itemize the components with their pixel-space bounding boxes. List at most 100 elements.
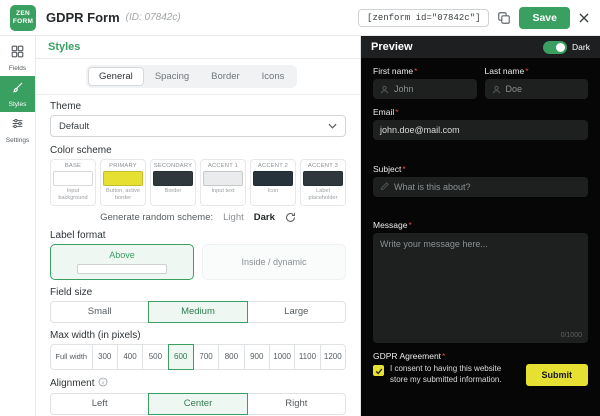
- last-name-input[interactable]: Doe: [484, 79, 588, 99]
- preview-title: Preview: [371, 41, 413, 53]
- label-format-inside[interactable]: Inside / dynamic: [202, 243, 346, 280]
- theme-select[interactable]: Default: [50, 115, 346, 137]
- first-name-input[interactable]: John: [373, 79, 477, 99]
- swatch-color: [303, 171, 343, 186]
- max-width-1100[interactable]: 1100: [294, 343, 321, 370]
- swatch-name: ACCENT 3: [307, 163, 339, 169]
- email-value: john.doe@mail.com: [380, 125, 460, 135]
- sidebar-item-settings[interactable]: Settings: [0, 112, 35, 148]
- preview-form: First name* John Last name* Doe Email* j…: [361, 58, 600, 416]
- label-format-option-text: Inside / dynamic: [241, 256, 307, 267]
- sidebar-item-label: Styles: [8, 100, 27, 108]
- max-width-full[interactable]: Full width: [50, 343, 93, 370]
- close-icon[interactable]: [578, 12, 590, 24]
- field-size-small[interactable]: Small: [50, 300, 150, 323]
- first-name-placeholder: John: [394, 84, 414, 94]
- submit-button[interactable]: Submit: [525, 364, 588, 387]
- swatch-name: ACCENT 1: [207, 163, 239, 169]
- swatch-secondary[interactable]: SECONDARY Border: [150, 159, 196, 206]
- label-format-above[interactable]: Above: [50, 243, 194, 280]
- preview-panel: Preview Dark First name* John Last name*…: [361, 36, 600, 416]
- swatch-desc: Border: [164, 188, 182, 194]
- swatch-desc: Label placeholder: [308, 188, 338, 201]
- gdpr-field: GDPR Agreement* I consent to having this…: [373, 351, 588, 400]
- dark-toggle-label: Dark: [572, 42, 590, 52]
- info-icon[interactable]: [98, 377, 108, 390]
- alignment-center[interactable]: Center: [148, 392, 248, 415]
- alignment-right[interactable]: Right: [246, 392, 346, 415]
- theme-value: Default: [59, 120, 90, 132]
- swatch-color: [253, 171, 293, 186]
- swatch-color: [203, 171, 243, 186]
- message-label: Message*: [373, 220, 412, 231]
- required-mark: *: [408, 220, 412, 231]
- subject-input[interactable]: What is this about?: [373, 176, 588, 197]
- gdpr-checkbox[interactable]: [373, 365, 384, 377]
- swatch-accent3[interactable]: ACCENT 3 Label placeholder: [300, 159, 346, 206]
- message-textarea[interactable]: Write your message here... 0/1000: [373, 233, 588, 344]
- copy-icon[interactable]: [497, 11, 511, 25]
- email-input[interactable]: john.doe@mail.com: [373, 120, 588, 140]
- color-swatches: BASE Input background PRIMARY Button, ac…: [50, 159, 346, 206]
- swatch-base[interactable]: BASE Input background: [50, 159, 96, 206]
- tab-general[interactable]: General: [88, 67, 144, 86]
- sidebar-item-label: Fields: [8, 64, 27, 72]
- max-width-1200[interactable]: 1200: [319, 343, 346, 370]
- consent-text: I consent to having this website store m…: [390, 364, 502, 385]
- field-size-large[interactable]: Large: [246, 300, 346, 323]
- swatch-desc: Input background: [58, 188, 88, 201]
- pencil-icon: [380, 182, 389, 191]
- name-row: First name* John Last name* Doe: [373, 66, 588, 107]
- max-width-1000[interactable]: 1000: [268, 343, 296, 370]
- first-name-label: First name*: [373, 66, 418, 76]
- subject-placeholder: What is this about?: [394, 181, 471, 192]
- max-width-600[interactable]: 600: [167, 343, 194, 370]
- alignment-label-row: Alignment: [50, 377, 346, 390]
- styles-tabs: General Spacing Border Icons: [86, 65, 298, 88]
- max-width-400[interactable]: 400: [116, 343, 144, 370]
- refresh-icon[interactable]: [285, 212, 296, 223]
- max-width-300[interactable]: 300: [91, 343, 118, 370]
- dark-mode-option[interactable]: Dark: [254, 212, 275, 223]
- swatch-accent1[interactable]: ACCENT 1 Input text: [200, 159, 246, 206]
- required-mark: *: [395, 107, 399, 117]
- sidebar-item-fields[interactable]: Fields: [0, 40, 35, 76]
- max-width-900[interactable]: 900: [243, 343, 270, 370]
- light-mode-option[interactable]: Light: [223, 212, 244, 223]
- char-counter: 0/1000: [560, 332, 582, 340]
- sidebar: Fields Styles Settings: [0, 36, 36, 416]
- required-mark: *: [525, 66, 529, 76]
- swatch-name: SECONDARY: [153, 163, 193, 169]
- swatch-primary[interactable]: PRIMARY Button, active border: [100, 159, 146, 206]
- subject-label: Subject*: [373, 163, 406, 174]
- message-field: Message* Write your message here... 0/10…: [373, 220, 588, 344]
- field-size-medium[interactable]: Medium: [148, 300, 248, 323]
- tab-border[interactable]: Border: [200, 67, 251, 86]
- top-bar: ZEN FORM GDPR Form (ID: 07842c) [zenform…: [0, 0, 600, 36]
- save-button[interactable]: Save: [519, 6, 570, 29]
- sidebar-item-styles[interactable]: Styles: [0, 76, 35, 112]
- alignment-options: Left Center Right: [50, 392, 346, 415]
- theme-label: Theme: [50, 101, 82, 112]
- app-logo[interactable]: ZEN FORM: [10, 4, 36, 31]
- swatch-desc: Icon: [267, 188, 279, 194]
- dark-mode-toggle[interactable]: [543, 40, 568, 54]
- swatch-accent2[interactable]: ACCENT 2 Icon: [250, 159, 296, 206]
- gdpr-row: I consent to having this website store m…: [373, 364, 588, 387]
- tab-spacing[interactable]: Spacing: [144, 67, 200, 86]
- preview-header-actions: Dark: [543, 40, 590, 54]
- generate-scheme-row: Generate random scheme: Light Dark: [50, 212, 346, 223]
- required-mark: *: [402, 163, 406, 174]
- shortcode-chip[interactable]: [zenform id="07842c"]: [358, 8, 490, 27]
- topbar-actions: [zenform id="07842c"] Save: [358, 6, 590, 29]
- toggle-knob: [556, 42, 566, 52]
- styles-panel-title: Styles: [36, 36, 360, 59]
- max-width-700[interactable]: 700: [192, 343, 220, 370]
- label-format-label: Label format: [50, 229, 106, 241]
- last-name-placeholder: Doe: [505, 84, 523, 94]
- tab-icons[interactable]: Icons: [251, 67, 296, 86]
- swatch-name: BASE: [64, 163, 82, 169]
- max-width-500[interactable]: 500: [142, 343, 169, 370]
- max-width-800[interactable]: 800: [218, 343, 245, 370]
- alignment-left[interactable]: Left: [50, 392, 150, 415]
